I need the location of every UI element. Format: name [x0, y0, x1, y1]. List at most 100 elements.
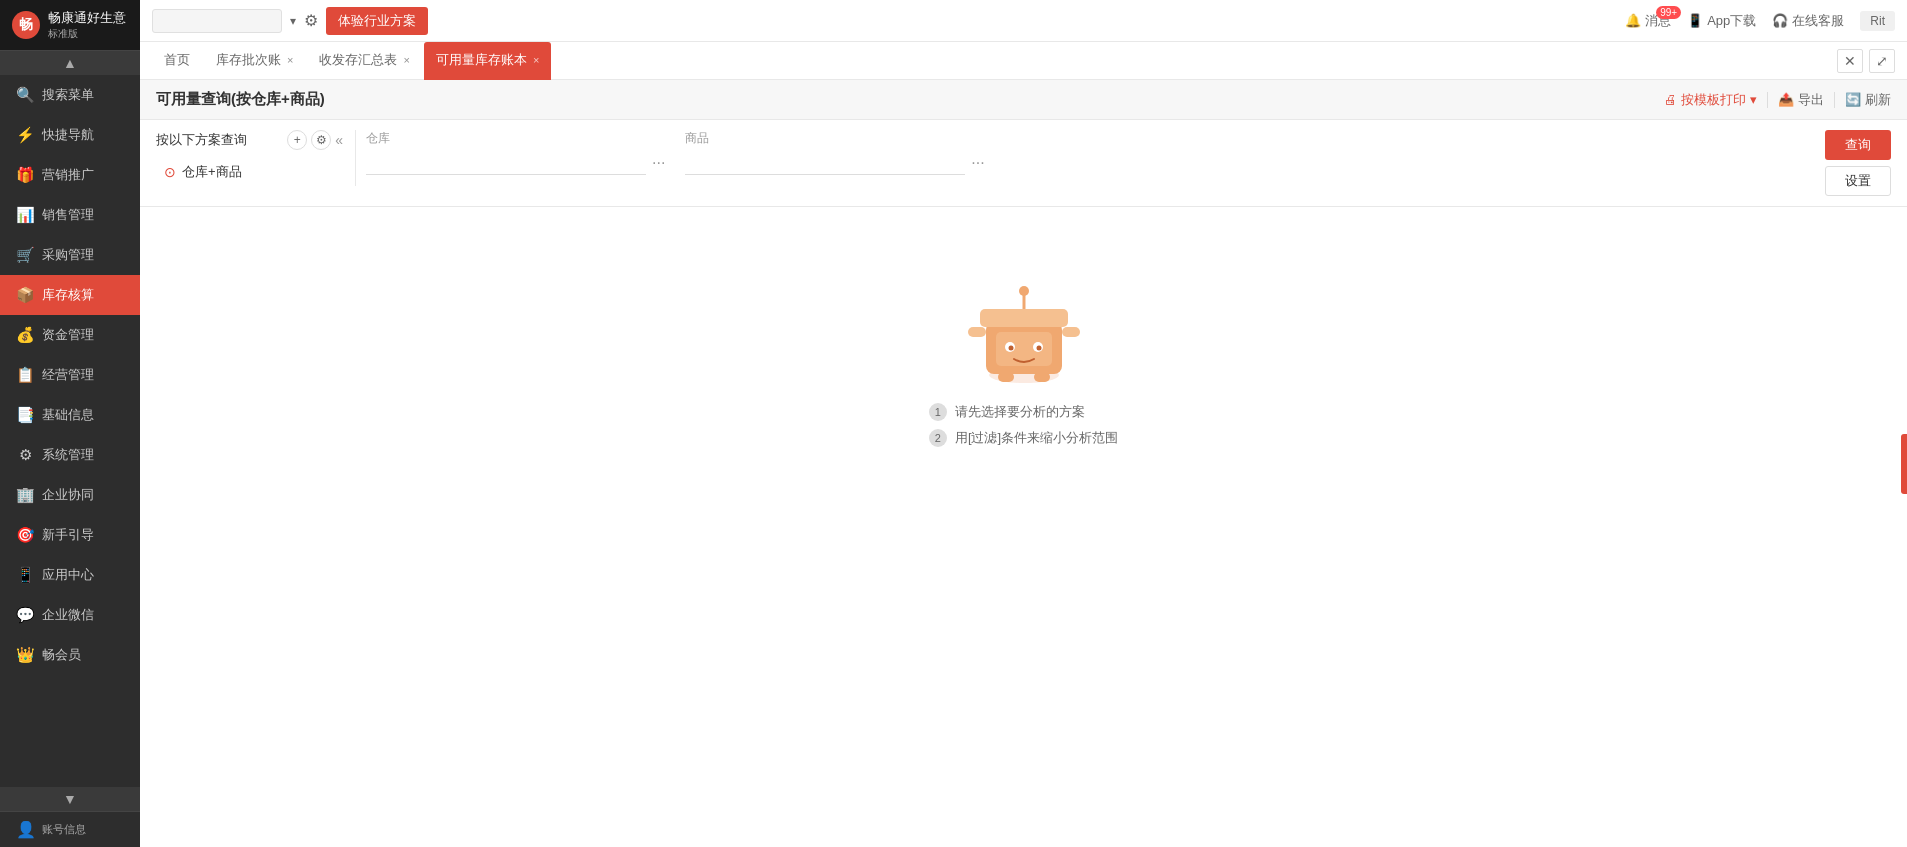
- sidebar-item-label: 基础信息: [42, 406, 94, 424]
- sidebar-item-finance[interactable]: 💰 资金管理: [0, 315, 140, 355]
- print-label: 按模板打印: [1681, 91, 1746, 109]
- sidebar-item-search[interactable]: 🔍 搜索菜单: [0, 75, 140, 115]
- tab-batch-account[interactable]: 库存批次账 ×: [204, 42, 305, 80]
- filter-scheme-panel: 按以下方案查询 + ⚙ « ⊙ 仓库+商品: [156, 130, 356, 186]
- sidebar-item-label: 搜索菜单: [42, 86, 94, 104]
- sidebar-item-shortcut[interactable]: ⚡ 快捷导航: [0, 115, 140, 155]
- app-download-btn[interactable]: 📱 App下载: [1687, 12, 1756, 30]
- sidebar: 畅 畅康通好生意 标准版 ▲ 🔍 搜索菜单 ⚡ 快捷导航 🎁 营销推广 📊 销售…: [0, 0, 140, 847]
- tab-home[interactable]: 首页: [152, 42, 202, 80]
- scroll-up-btn[interactable]: ▲: [0, 51, 140, 75]
- scroll-down-btn[interactable]: ▼: [0, 787, 140, 811]
- user-display-name: Rit: [1870, 14, 1885, 28]
- hint-text-2: 用[过滤]条件来缩小分析范围: [955, 429, 1118, 447]
- filter-settings-btn[interactable]: 设置: [1825, 166, 1891, 196]
- hint-num-2: 2: [929, 429, 947, 447]
- scheme-icon: ⊙: [164, 164, 176, 180]
- sidebar-item-newbie[interactable]: 🎯 新手引导: [0, 515, 140, 555]
- page-header: 可用量查询(按仓库+商品) 🖨 按模板打印 ▾ 📤 导出 🔄 刷新: [140, 80, 1907, 120]
- sidebar-item-operations[interactable]: 📋 经营管理: [0, 355, 140, 395]
- warehouse-input[interactable]: [366, 151, 646, 175]
- app-name-block: 畅康通好生意 标准版: [48, 10, 126, 40]
- refresh-label: 刷新: [1865, 91, 1891, 109]
- sidebar-item-label: 库存核算: [42, 286, 94, 304]
- svg-rect-13: [1034, 372, 1050, 382]
- tab-bar: 首页 库存批次账 × 收发存汇总表 × 可用量库存账本 × ✕ ⤢: [140, 42, 1907, 80]
- collapse-scheme-btn[interactable]: «: [335, 130, 343, 150]
- svg-rect-3: [996, 332, 1052, 366]
- export-label: 导出: [1798, 91, 1824, 109]
- export-icon: 📤: [1778, 92, 1794, 107]
- svg-rect-10: [968, 327, 986, 337]
- goods-input-row: ···: [685, 151, 984, 175]
- goods-input[interactable]: [685, 151, 965, 175]
- page-title: 可用量查询(按仓库+商品): [156, 90, 325, 109]
- tab-available-close[interactable]: ×: [533, 54, 539, 66]
- online-service-btn[interactable]: 🎧 在线客服: [1772, 12, 1844, 30]
- sidebar-header: 畅 畅康通好生意 标准版: [0, 0, 140, 51]
- sidebar-item-label: 企业微信: [42, 606, 94, 624]
- sidebar-item-enterprise[interactable]: 🏢 企业协同: [0, 475, 140, 515]
- add-scheme-btn[interactable]: +: [287, 130, 307, 150]
- tab-batch-close[interactable]: ×: [287, 54, 293, 66]
- print-dropdown-icon[interactable]: ▾: [1750, 92, 1757, 107]
- app-edition: 标准版: [48, 27, 126, 40]
- chat-icon: 💬: [16, 606, 34, 624]
- sidebar-item-label: 企业协同: [42, 486, 94, 504]
- manage-scheme-btn[interactable]: ⚙: [311, 130, 331, 150]
- global-search-input[interactable]: [152, 9, 282, 33]
- clipboard-icon: 📋: [16, 366, 34, 384]
- message-btn[interactable]: 🔔 消息 99+: [1625, 12, 1671, 30]
- sidebar-item-label: 畅会员: [42, 646, 81, 664]
- empty-state: 1 请先选择要分析的方案 2 用[过滤]条件来缩小分析范围: [140, 207, 1907, 507]
- industry-solution-btn[interactable]: 体验行业方案: [326, 7, 428, 35]
- main-area: ▾ ⚙ 体验行业方案 🔔 消息 99+ 📱 App下载 🎧 在线客服 Rit: [140, 0, 1907, 847]
- sidebar-item-sales[interactable]: 📊 销售管理: [0, 195, 140, 235]
- scheme-title: 按以下方案查询: [156, 131, 247, 149]
- svg-rect-2: [980, 309, 1068, 327]
- svg-point-9: [1019, 286, 1029, 296]
- top-bar: ▾ ⚙ 体验行业方案 🔔 消息 99+ 📱 App下载 🎧 在线客服 Rit: [140, 0, 1907, 42]
- divider: [1767, 92, 1768, 108]
- sidebar-item-purchase[interactable]: 🛒 采购管理: [0, 235, 140, 275]
- settings-icon-btn[interactable]: ⚙: [304, 11, 318, 30]
- sidebar-item-inventory[interactable]: 📦 库存核算: [0, 275, 140, 315]
- app-logo: 畅: [12, 11, 40, 39]
- gift-icon: 🎁: [16, 166, 34, 184]
- warehouse-field: 仓库 ···: [366, 130, 665, 175]
- export-btn[interactable]: 📤 导出: [1778, 91, 1824, 109]
- phone-icon: 📱: [1687, 13, 1703, 28]
- goods-more-btn[interactable]: ···: [971, 154, 984, 172]
- warehouse-more-btn[interactable]: ···: [652, 154, 665, 172]
- sidebar-item-member[interactable]: 👑 畅会员: [0, 635, 140, 675]
- expand-tab-btn[interactable]: ⤢: [1869, 49, 1895, 73]
- sidebar-item-basic-info[interactable]: 📑 基础信息: [0, 395, 140, 435]
- query-btn[interactable]: 查询: [1825, 130, 1891, 160]
- svg-rect-12: [998, 372, 1014, 382]
- close-tab-btn[interactable]: ✕: [1837, 49, 1863, 73]
- sidebar-user-label: 账号信息: [42, 822, 86, 837]
- tab-collect-summary[interactable]: 收发存汇总表 ×: [307, 42, 421, 80]
- sidebar-item-marketing[interactable]: 🎁 营销推广: [0, 155, 140, 195]
- divider2: [1834, 92, 1835, 108]
- lightning-icon: ⚡: [16, 126, 34, 144]
- tab-available-qty[interactable]: 可用量库存账本 ×: [424, 42, 551, 80]
- sidebar-item-app-center[interactable]: 📱 应用中心: [0, 555, 140, 595]
- user-profile-btn[interactable]: Rit: [1860, 11, 1895, 31]
- tab-collect-close[interactable]: ×: [403, 54, 409, 66]
- action-buttons: 查询 设置: [1825, 130, 1891, 196]
- sidebar-item-label: 资金管理: [42, 326, 94, 344]
- sidebar-item-label: 应用中心: [42, 566, 94, 584]
- empty-hint-2: 2 用[过滤]条件来缩小分析范围: [929, 429, 1118, 447]
- msg-badge: 99+: [1656, 6, 1681, 19]
- filter-fields: 仓库 ··· 商品 ···: [366, 130, 1815, 175]
- scheme-item-warehouse-goods[interactable]: ⊙ 仓库+商品: [156, 158, 343, 186]
- print-btn[interactable]: 🖨 按模板打印 ▾: [1664, 91, 1757, 109]
- box-icon: 📦: [16, 286, 34, 304]
- svg-rect-11: [1062, 327, 1080, 337]
- sidebar-item-wechat[interactable]: 💬 企业微信: [0, 595, 140, 635]
- refresh-btn[interactable]: 🔄 刷新: [1845, 91, 1891, 109]
- search-dropdown-btn[interactable]: ▾: [290, 14, 296, 28]
- sidebar-item-label: 经营管理: [42, 366, 94, 384]
- sidebar-item-system[interactable]: ⚙ 系统管理: [0, 435, 140, 475]
